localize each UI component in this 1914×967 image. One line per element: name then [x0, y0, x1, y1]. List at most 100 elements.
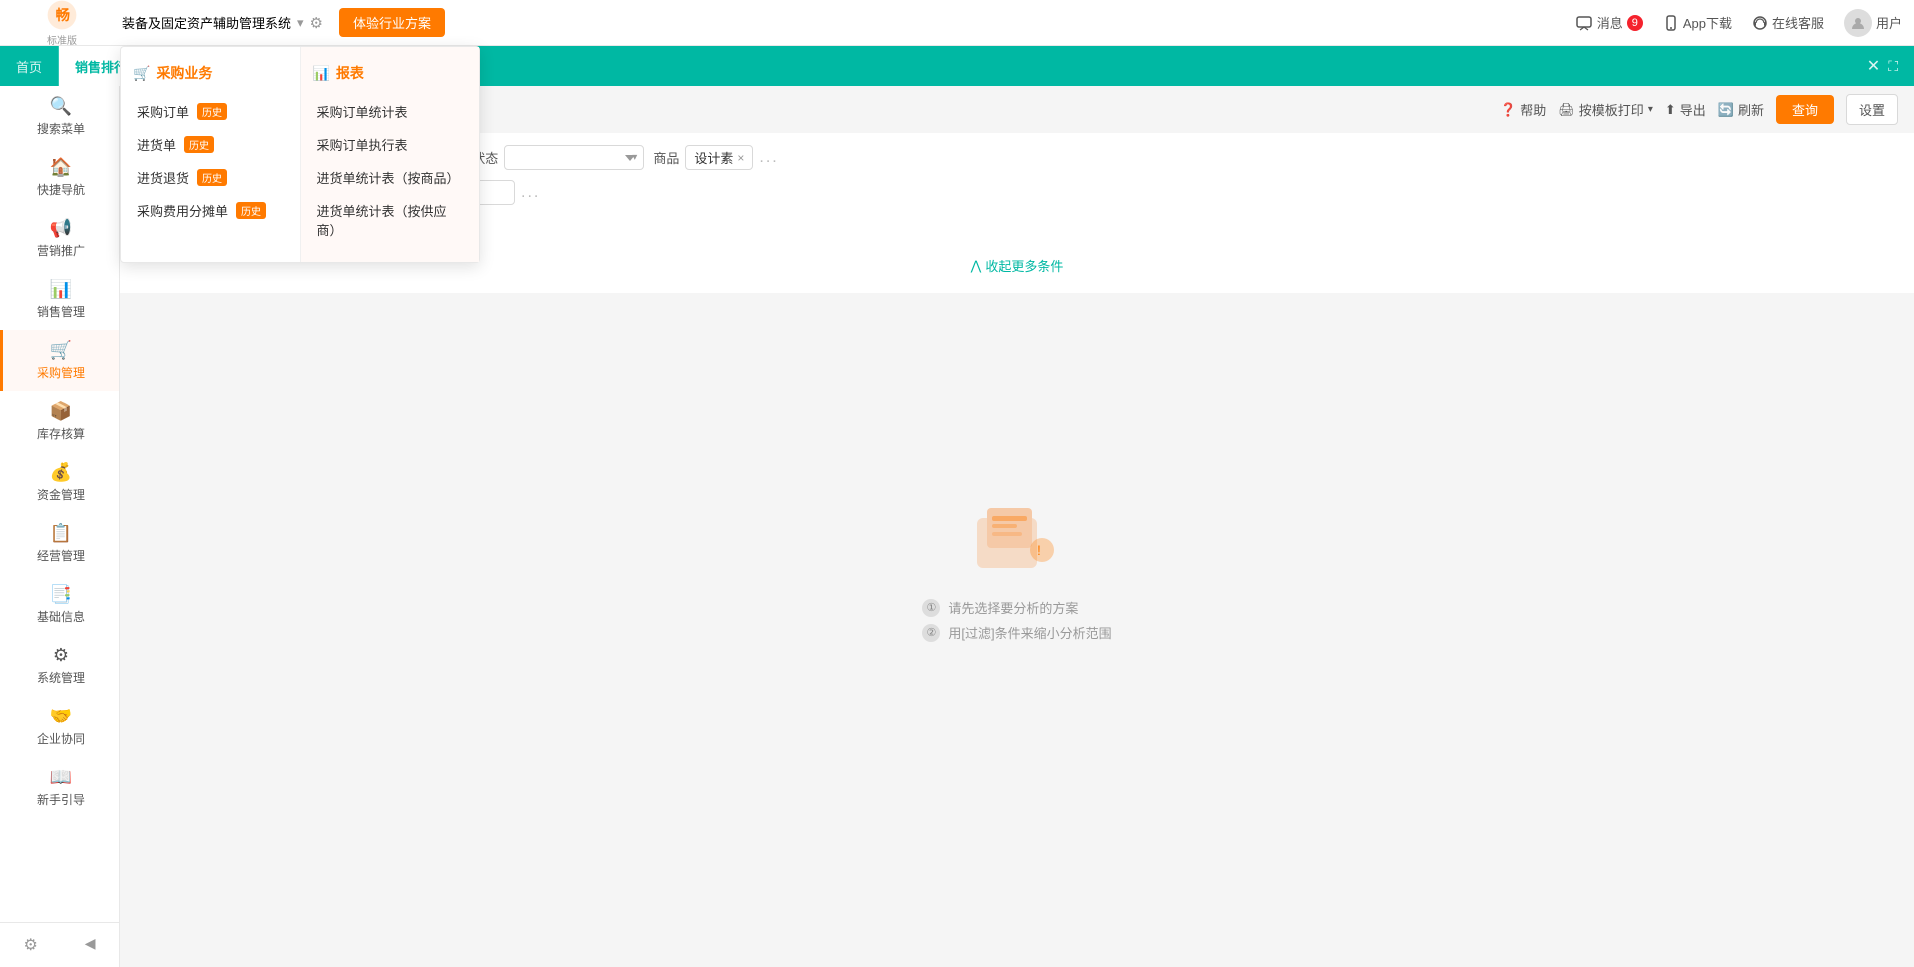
- sidebar-item-system-label: 系统管理: [37, 669, 85, 686]
- purchase-section-icon: 🛒: [133, 65, 150, 82]
- app-download-label: App下载: [1683, 13, 1732, 32]
- sidebar-collapse-icon[interactable]: ◀: [85, 935, 96, 955]
- user-item[interactable]: 用户: [1844, 9, 1902, 37]
- sidebar-item-inventory[interactable]: 📦 库存核算: [0, 391, 119, 452]
- sidebar-item-quicknav-label: 快捷导航: [37, 181, 85, 198]
- purchase-order-label: 采购订单: [137, 102, 189, 121]
- expense-history: 历史: [236, 202, 266, 219]
- dropdown-item-purchase-order[interactable]: 采购订单 历史: [133, 95, 288, 128]
- query-button[interactable]: 查询: [1776, 95, 1834, 124]
- status-select[interactable]: [504, 145, 644, 170]
- headset-icon: [1752, 15, 1768, 31]
- help-label: 帮助: [1520, 100, 1546, 119]
- sidebar-settings-icon[interactable]: ⚙: [23, 935, 37, 955]
- purchase-order-history: 历史: [197, 103, 227, 120]
- sidebar-item-finance[interactable]: 💰 资金管理: [0, 452, 119, 513]
- logo: 畅 标准版: [12, 0, 112, 47]
- tab-home[interactable]: 首页: [0, 46, 59, 86]
- dropdown-item-expense[interactable]: 采购费用分摊单 历史: [133, 194, 288, 227]
- export-label: 导出: [1680, 100, 1706, 119]
- help-icon: ❓: [1500, 102, 1516, 118]
- sidebar-item-marketing-label: 营销推广: [37, 242, 85, 259]
- sidebar-item-enterprise-label: 企业协同: [37, 730, 85, 747]
- dropdown-item-inbound[interactable]: 进货单 历史: [133, 128, 288, 161]
- topbar-system: 装备及固定资产辅助管理系统 ▾ ⚙ 体验行业方案: [112, 8, 1575, 37]
- report-section-label: 报表: [336, 63, 364, 83]
- tip1-text: 请先选择要分析的方案: [948, 598, 1078, 617]
- dropdown-purchase-section: 🛒 采购业务 采购订单 历史 进货单 历史 进货退货 历史 采购费用分摊单 历史: [121, 47, 300, 262]
- app-download-item[interactable]: App下载: [1663, 13, 1732, 32]
- dropdown-item-report-1[interactable]: 采购订单统计表: [313, 95, 468, 128]
- dropdown-item-report-2[interactable]: 采购订单执行表: [313, 128, 468, 161]
- phone-icon: [1663, 15, 1679, 31]
- operations-icon: 📋: [50, 523, 72, 544]
- refresh-label: 刷新: [1738, 100, 1764, 119]
- empty-tips: ① 请先选择要分析的方案 ② 用[过滤]条件来缩小分析范围: [922, 598, 1111, 642]
- settings-button[interactable]: 设置: [1846, 94, 1898, 125]
- system-dropdown-icon[interactable]: ▾: [297, 15, 304, 31]
- sidebar-item-baseinfo[interactable]: 📑 基础信息: [0, 574, 119, 635]
- sidebar-item-sales[interactable]: 📊 销售管理: [0, 269, 119, 330]
- guide-icon: 📖: [50, 767, 72, 788]
- settings-icon[interactable]: ⚙: [310, 14, 323, 32]
- sidebar-item-marketing[interactable]: 📢 营销推广: [0, 208, 119, 269]
- print-icon: 🖨: [1558, 102, 1575, 118]
- sidebar-item-purchase[interactable]: 🛒 采购管理: [0, 330, 119, 391]
- sidebar-bottom: ⚙ ◀: [0, 922, 119, 967]
- sidebar-item-search[interactable]: 🔍 搜索菜单: [0, 86, 119, 147]
- sidebar-item-operations-label: 经营管理: [37, 547, 85, 564]
- svg-text:!: !: [1037, 542, 1041, 558]
- close-all-icon[interactable]: ✕: [1867, 56, 1880, 76]
- baseinfo-icon: 📑: [50, 584, 72, 605]
- sidebar-item-quicknav[interactable]: 🏠 快捷导航: [0, 147, 119, 208]
- sidebar-item-operations[interactable]: 📋 经营管理: [0, 513, 119, 574]
- report-2-label: 采购订单执行表: [317, 135, 408, 154]
- help-button[interactable]: ❓ 帮助: [1500, 100, 1546, 119]
- system-name: 装备及固定资产辅助管理系统: [122, 13, 291, 32]
- sidebar-item-baseinfo-label: 基础信息: [37, 608, 85, 625]
- finance-icon: 💰: [50, 462, 72, 483]
- maximize-icon[interactable]: ⛶: [1888, 58, 1898, 75]
- print-button[interactable]: 🖨 按模板打印 ▾: [1558, 100, 1653, 119]
- sidebar-item-guide[interactable]: 📖 新手引导: [0, 757, 119, 818]
- industry-button[interactable]: 体验行业方案: [339, 8, 445, 37]
- sidebar-item-enterprise[interactable]: 🤝 企业协同: [0, 696, 119, 757]
- dropdown-item-report-4[interactable]: 进货单统计表（按供应商）: [313, 194, 468, 246]
- goods-tag-close[interactable]: ×: [737, 151, 744, 165]
- sidebar-item-system[interactable]: ⚙ 系统管理: [0, 635, 119, 696]
- online-service-label: 在线客服: [1772, 13, 1824, 32]
- sidebar-item-sales-label: 销售管理: [37, 303, 85, 320]
- sidebar-item-purchase-label: 采购管理: [37, 364, 85, 381]
- salesman-dots[interactable]: ...: [521, 184, 540, 202]
- marketing-icon: 📢: [50, 218, 72, 239]
- report-3-label: 进货单统计表（按商品）: [317, 168, 460, 187]
- messages-item[interactable]: 消息 9: [1575, 13, 1643, 32]
- collapse-up-icon: ⋀: [971, 258, 982, 274]
- sidebar: 🔍 搜索菜单 🏠 快捷导航 📢 营销推广 📊 销售管理 🛒 采购管理 📦 库存核…: [0, 86, 120, 967]
- tabbar-actions: ✕ ⛶: [1867, 56, 1898, 76]
- refresh-button[interactable]: 🔄 刷新: [1718, 100, 1764, 119]
- export-button[interactable]: ⬆ 导出: [1665, 100, 1706, 119]
- goods-tag: 设计素 ×: [685, 145, 753, 170]
- tip2-text: 用[过滤]条件来缩小分析范围: [948, 623, 1111, 642]
- sales-icon: 📊: [50, 279, 72, 300]
- dropdown-report-title: 📊 报表: [313, 63, 468, 83]
- logo-icon: 畅: [46, 0, 78, 31]
- dropdown-purchase-title: 🛒 采购业务: [133, 63, 288, 83]
- goods-dots[interactable]: ...: [759, 149, 778, 167]
- collapse-label: 收起更多条件: [985, 256, 1063, 275]
- tip1-num: ①: [922, 599, 940, 617]
- topbar: 畅 标准版 装备及固定资产辅助管理系统 ▾ ⚙ 体验行业方案 消息 9 App下…: [0, 0, 1914, 46]
- inbound-label: 进货单: [137, 135, 176, 154]
- print-dropdown-icon: ▾: [1648, 104, 1653, 115]
- inventory-icon: 📦: [50, 401, 72, 422]
- empty-state: ! ① 请先选择要分析的方案 ② 用[过滤]条件来缩小分析范围: [120, 301, 1914, 830]
- user-label: 用户: [1876, 13, 1902, 32]
- dropdown-item-report-3[interactable]: 进货单统计表（按商品）: [313, 161, 468, 194]
- online-service-item[interactable]: 在线客服: [1752, 13, 1824, 32]
- dropdown-item-return[interactable]: 进货退货 历史: [133, 161, 288, 194]
- empty-illustration: !: [957, 488, 1077, 588]
- svg-text:畅: 畅: [56, 5, 70, 23]
- return-history: 历史: [197, 169, 227, 186]
- empty-tip-2: ② 用[过滤]条件来缩小分析范围: [922, 623, 1111, 642]
